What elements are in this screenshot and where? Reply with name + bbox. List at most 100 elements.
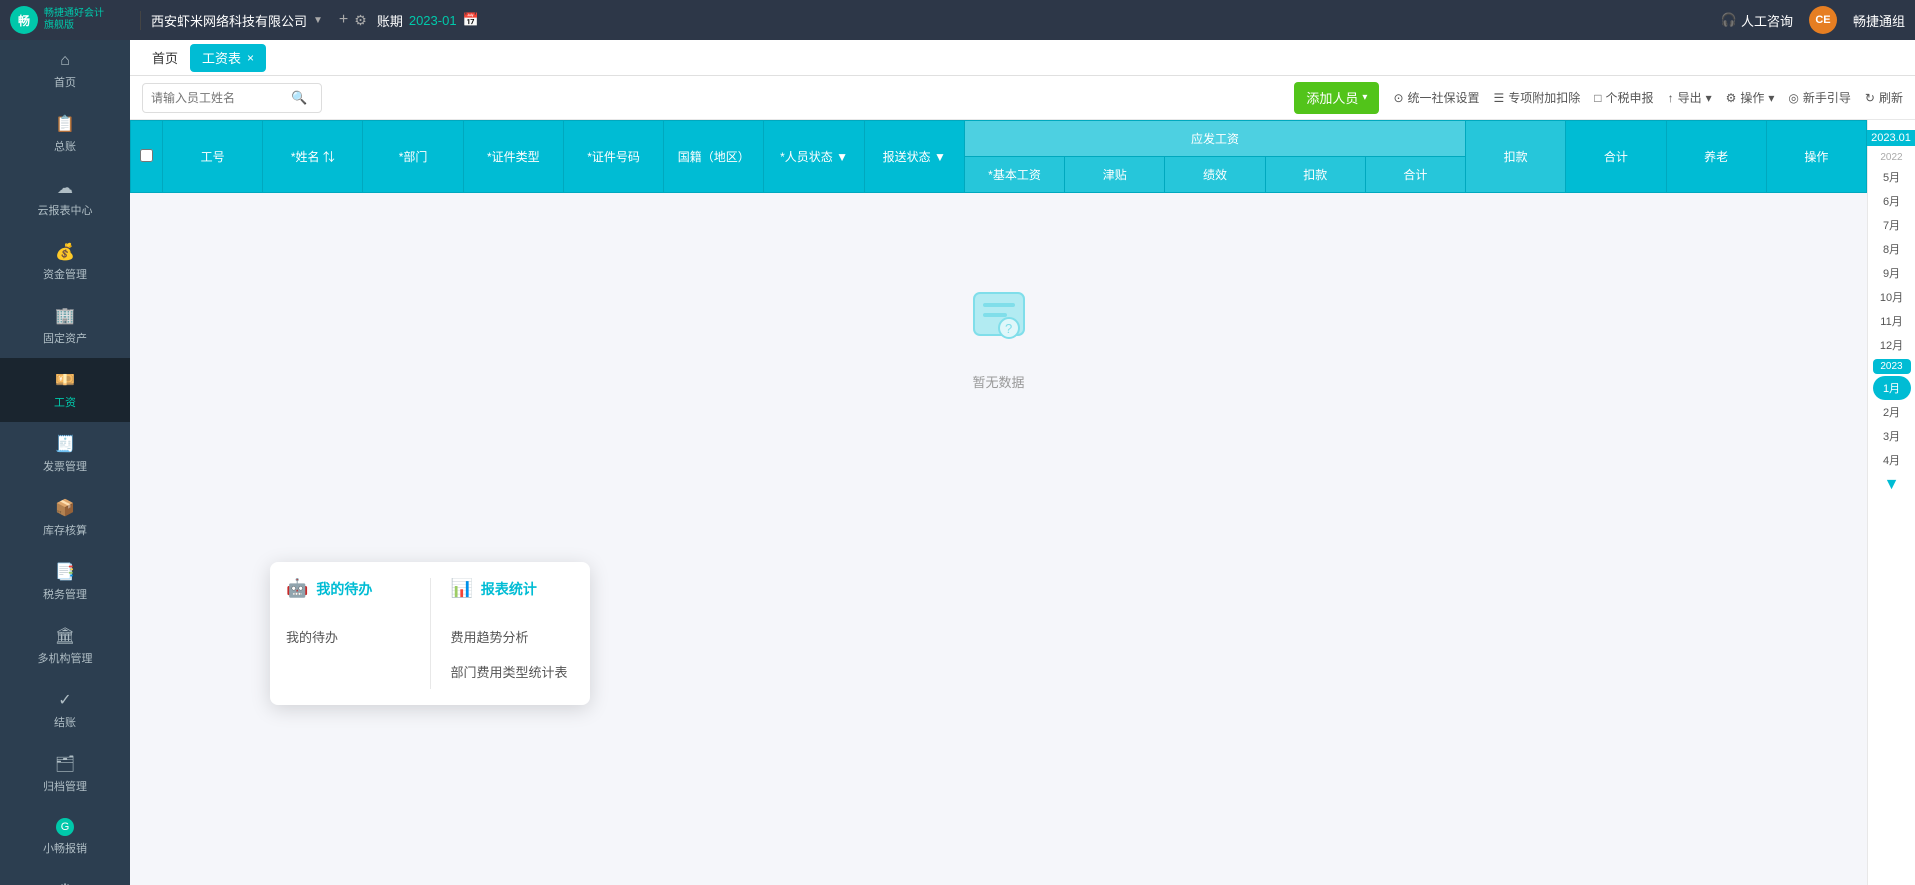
sidebar-item-expense[interactable]: G 小畅报销 (0, 806, 130, 868)
th-person-status: *人员状态 ▼ (764, 121, 864, 193)
popup-item-my-todo[interactable]: 我的待办 (286, 619, 410, 654)
empty-text: 暂无数据 (972, 372, 1024, 391)
toolbar-actions: 添加人员 ▾ ⊙ 统一社保设置 ☰ 专项附加扣除 □ 个税申报 ↑ 导出 (1294, 82, 1903, 114)
empty-icon: ? (959, 273, 1039, 356)
tax-report-button[interactable]: □ 个税申报 (1594, 89, 1653, 106)
popup-col-report-label: 报表统计 (481, 579, 537, 599)
refresh-button[interactable]: ↻ 刷新 (1865, 89, 1903, 106)
special-deduction-icon: ☰ (1494, 91, 1505, 105)
sidebar-item-assets[interactable]: 🏢 固定资产 (0, 294, 130, 358)
sidebar-item-label-inventory: 库存核算 (43, 522, 87, 538)
logo-text: 畅捷通好会计 旗舰版 (44, 8, 104, 32)
timeline-month-4[interactable]: 4月 (1873, 448, 1911, 472)
add-icon[interactable]: + (339, 11, 348, 29)
search-input[interactable] (151, 91, 291, 105)
tab-close-icon[interactable]: × (247, 51, 254, 65)
popup-item-dept-cost[interactable]: 部门费用类型统计表 (451, 654, 575, 689)
timeline-month-7[interactable]: 7月 (1873, 213, 1911, 237)
timeline-down-nav[interactable]: ▼ (1880, 472, 1904, 498)
export-button[interactable]: ↑ 导出 ▾ (1668, 89, 1712, 106)
sidebar-item-salary[interactable]: 💴 工资 (0, 358, 130, 422)
settings-icon[interactable]: ⚙ (354, 12, 367, 29)
sidebar-item-label-fund: 资金管理 (43, 266, 87, 282)
cloud-report-icon: ☁ (57, 178, 73, 198)
add-person-dropdown-icon: ▾ (1362, 92, 1367, 103)
export-icon: ↑ (1668, 91, 1674, 105)
sidebar-item-settings[interactable]: ⚙ 基础设置 (0, 868, 130, 885)
sidebar-item-archive[interactable]: 🗂 归档管理 (0, 742, 130, 806)
timeline-month-6[interactable]: 6月 (1873, 189, 1911, 213)
th-pension: 养老 (1666, 121, 1766, 193)
social-security-button[interactable]: ⊙ 统一社保设置 (1393, 89, 1479, 106)
consult-area[interactable]: 🎧 人工咨询 (1721, 11, 1793, 30)
th-dept: *部门 (363, 121, 463, 193)
tab-salary[interactable]: 工资表 × (190, 44, 266, 72)
timeline-month-5[interactable]: 5月 (1873, 165, 1911, 189)
tab-bar: 首页 工资表 × (130, 40, 1915, 76)
special-deduction-button[interactable]: ☰ 专项附加扣除 (1494, 89, 1581, 106)
sidebar-item-tax[interactable]: 📑 税务管理 (0, 550, 130, 614)
sidebar-item-home[interactable]: ⌂ 首页 (0, 40, 130, 102)
timeline-overlay-label: 2023.01 (1867, 130, 1915, 146)
timeline-month-10[interactable]: 10月 (1873, 285, 1911, 309)
th-country: 国籍（地区） (664, 121, 764, 193)
popup-item-my-todo-label: 我的待办 (286, 630, 338, 645)
company-area[interactable]: 西安虾米网络科技有限公司 ▼ (140, 11, 333, 30)
logo-icon: 畅 (10, 6, 38, 34)
sidebar-item-close-account[interactable]: ✓ 结账 (0, 678, 130, 742)
select-all-checkbox[interactable] (140, 149, 153, 162)
th-work-id: 工号 (163, 121, 263, 193)
tax-report-label: 个税申报 (1606, 89, 1654, 106)
timeline-month-9[interactable]: 9月 (1873, 261, 1911, 285)
salary-icon: 💴 (55, 370, 75, 390)
sidebar-item-label-tax: 税务管理 (43, 586, 87, 602)
add-person-button[interactable]: 添加人员 ▾ (1294, 82, 1379, 114)
refresh-label: 刷新 (1879, 89, 1903, 106)
timeline-month-2[interactable]: 2月 (1873, 400, 1911, 424)
sidebar-item-label-cloud-report: 云报表中心 (38, 202, 93, 218)
archive-icon: 🗂 (55, 754, 75, 774)
export-dropdown-icon: ▾ (1706, 91, 1712, 105)
timeline-month-8[interactable]: 8月 (1873, 237, 1911, 261)
avatar-initials: CE (1815, 14, 1830, 26)
popup-item-cost-trend[interactable]: 费用趋势分析 (451, 619, 575, 654)
sidebar: ⌂ 首页 📋 总账 ☁ 云报表中心 💰 资金管理 🏢 固定资产 💴 工资 🧾 发… (0, 40, 130, 885)
operation-label: 操作 (1740, 89, 1764, 106)
sidebar-item-fund[interactable]: 💰 资金管理 (0, 230, 130, 294)
close-account-icon: ✓ (58, 690, 71, 710)
guide-button[interactable]: ◎ 新手引导 (1788, 89, 1851, 106)
operation-button[interactable]: ⚙ 操作 ▾ (1726, 89, 1775, 106)
tab-home[interactable]: 首页 (140, 44, 190, 72)
popup-col-report-title: 📊 报表统计 (451, 578, 575, 607)
user-avatar: CE (1809, 6, 1837, 34)
expense-icon: G (56, 818, 74, 836)
sidebar-item-multi-org[interactable]: 🏛 多机构管理 (0, 614, 130, 678)
search-box[interactable]: 🔍 (142, 83, 322, 113)
company-chevron[interactable]: ▼ (313, 15, 323, 26)
timeline-month-12[interactable]: 12月 (1873, 333, 1911, 357)
sidebar-item-label-multi-org: 多机构管理 (38, 650, 93, 666)
popup-item-dept-cost-label: 部门费用类型统计表 (451, 665, 568, 680)
sidebar-item-inventory[interactable]: 📦 库存核算 (0, 486, 130, 550)
sidebar-item-invoice[interactable]: 🧾 发票管理 (0, 422, 130, 486)
consult-label: 人工咨询 (1741, 11, 1793, 30)
logo-name: 畅捷通好会计 (44, 8, 104, 20)
search-icon: 🔍 (291, 90, 307, 106)
th-operation: 操作 (1766, 121, 1866, 193)
sidebar-item-cloud-report[interactable]: ☁ 云报表中心 (0, 166, 130, 230)
timeline-month-11[interactable]: 11月 (1873, 309, 1911, 333)
top-bar-right: 🎧 人工咨询 CE 畅捷通组 (1721, 6, 1905, 34)
th-total: 合计 (1566, 121, 1666, 193)
sidebar-item-ledger[interactable]: 📋 总账 (0, 102, 130, 166)
sidebar-item-label-close-account: 结账 (54, 714, 76, 730)
ledger-icon: 📋 (55, 114, 75, 134)
company-name: 西安虾米网络科技有限公司 (151, 11, 307, 30)
todo-icon: 🤖 (286, 578, 308, 599)
popup-menu: 🤖 我的待办 我的待办 📊 报表统计 (270, 562, 590, 705)
sidebar-item-label-invoice: 发票管理 (43, 458, 87, 474)
th-performance: 绩效 (1165, 157, 1265, 193)
tab-salary-label: 工资表 (202, 48, 241, 67)
calendar-icon[interactable]: 📅 (463, 12, 479, 28)
timeline-month-3[interactable]: 3月 (1873, 424, 1911, 448)
timeline-month-1[interactable]: 1月 (1873, 376, 1911, 400)
